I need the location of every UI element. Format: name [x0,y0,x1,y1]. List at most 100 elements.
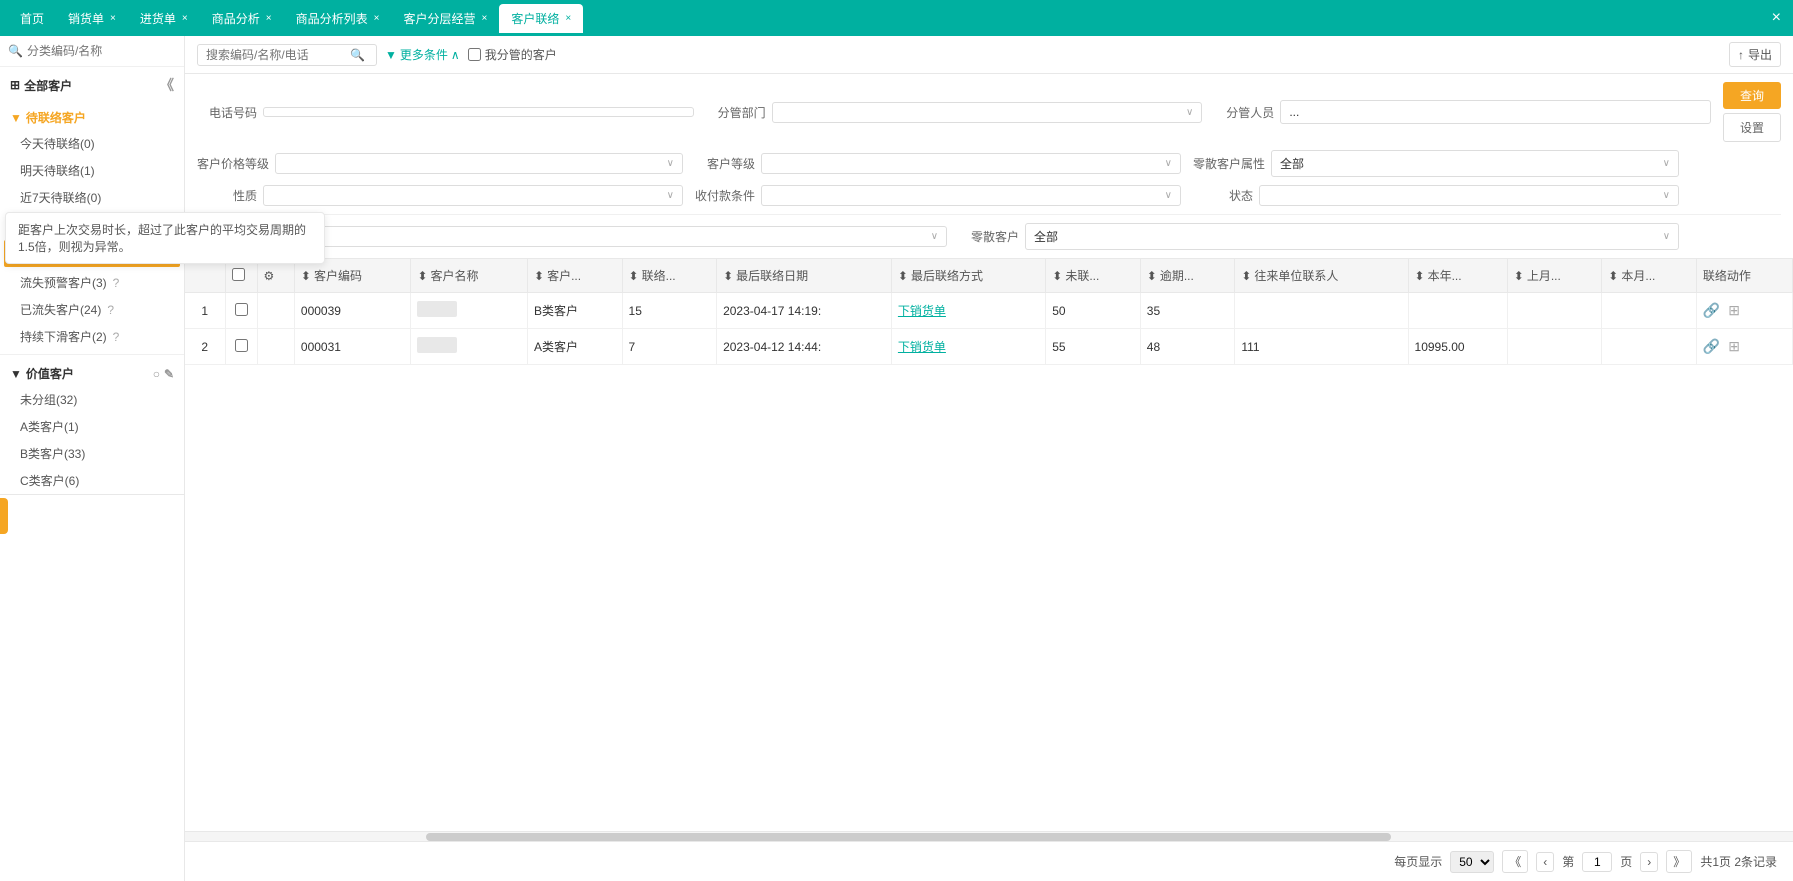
close-goods-list-tab-icon[interactable]: × [374,13,380,24]
customer-level-arrow-icon: ∨ [1165,158,1172,169]
customer-type-field: 客户类型 ∨ [227,226,947,247]
th-unit-contact: ⬍ 往来单位联系人 [1235,259,1408,293]
settings-button[interactable]: 设置 [1723,113,1781,142]
price-level-field: 客户价格等级 ∨ [197,153,683,174]
row-2-chat-icon[interactable]: 🔗 [1703,338,1720,355]
all-customers-label: 全部客户 [24,77,72,94]
first-page-button[interactable]: 《 [1502,850,1528,873]
dept-label: 分管部门 [706,104,766,121]
per-page-label: 每页显示 [1394,853,1442,870]
sidebar-item-a-class[interactable]: A类客户(1) [0,413,184,440]
customer-level-dropdown[interactable]: ∨ [761,153,1181,174]
last-page-button[interactable]: 》 [1666,850,1692,873]
close-goods-analysis-tab-icon[interactable]: × [266,13,272,24]
th-last-method: ⬍ 最后联络方式 [891,259,1045,293]
value-section-edit-icon[interactable]: ✎ [164,367,174,381]
more-conditions-button[interactable]: ▼ 更多条件 ∧ [385,46,460,63]
nav-tab-sales[interactable]: 销货单 × [56,4,128,33]
th-last-method-sort-icon: ⬍ [898,269,908,283]
retail-attr-arrow-icon: ∨ [1663,158,1670,169]
row-2-overdue: 48 [1140,329,1235,365]
close-purchase-tab-icon[interactable]: × [182,13,188,24]
close-customer-tier-tab-icon[interactable]: × [481,13,487,24]
my-customers-checkbox[interactable] [468,48,481,61]
scrollbar-thumb[interactable] [426,833,1391,841]
nav-tab-purchase[interactable]: 进货单 × [128,4,200,33]
row-2-actions: 🔗 ⊞ [1696,329,1792,365]
sidebar-item-lost-warning[interactable]: 流失预警客户(3) ? [0,269,184,296]
page-prefix: 第 [1562,853,1574,870]
sidebar-item-today[interactable]: 今天待联络(0) [0,130,184,157]
sidebar-collapse-button[interactable]: 《 [160,75,174,95]
row-2-checkbox[interactable] [235,339,248,352]
retail-customer-field: 零散客户 全部 ∨ [959,223,1679,250]
table-header-row: ⚙ ⬍ 客户编码 ⬍ 客户名称 [185,259,1793,293]
row-1-actions: 🔗 ⊞ [1696,293,1792,329]
status-dropdown[interactable]: ∨ [1259,185,1679,206]
value-section-circle-icon[interactable]: ○ [153,367,160,381]
search-field: 🔍 [197,44,377,66]
phone-field: 电话号码 [197,104,694,121]
sidebar-item-c-class[interactable]: C类客户(6) [0,467,184,494]
sidebar-item-declining[interactable]: 持续下滑客户(2) ? [0,323,184,350]
dept-field: 分管部门 ∨ [706,102,1203,123]
person-input[interactable]: ... [1280,100,1711,124]
export-button[interactable]: ↑ 导出 [1729,42,1781,67]
sidebar-item-7days[interactable]: 近7天待联络(0) [0,184,184,211]
phone-input[interactable] [263,107,694,117]
payment-label: 收付款条件 [695,187,755,204]
row-1-more-icon[interactable]: ⊞ [1728,302,1740,319]
search-input[interactable] [206,48,346,62]
table-row: 1 000039 B类客户 15 2023-04-17 14:19: [185,293,1793,329]
price-level-dropdown[interactable]: ∨ [275,153,683,174]
table-settings-icon[interactable]: ⚙ [264,269,275,283]
row-2-this-year: 10995.00 [1408,329,1507,365]
row-2-last-month [1507,329,1602,365]
retail-customer-dropdown[interactable]: 全部 ∨ [1025,223,1679,250]
row-1-method-link[interactable]: 下销货单 [898,304,946,318]
sidebar-item-tomorrow[interactable]: 明天待联络(1) [0,157,184,184]
row-1-chat-icon[interactable]: 🔗 [1703,302,1720,319]
nav-tab-goods-analysis[interactable]: 商品分析 × [200,4,284,33]
horizontal-scrollbar[interactable] [185,831,1793,841]
next-page-button[interactable]: › [1640,852,1658,872]
page-number-input[interactable] [1582,852,1612,872]
retail-customer-label: 零散客户 [959,228,1019,245]
nav-tab-customer-contact[interactable]: 客户联络 × [499,4,583,33]
sidebar-search-input[interactable] [27,44,182,58]
row-2-check [225,329,257,365]
query-button[interactable]: 查询 [1723,82,1781,109]
retail-attr-dropdown[interactable]: 全部 ∨ [1271,150,1679,177]
th-code: ⬍ 客户编码 [294,259,411,293]
phone-label: 电话号码 [197,104,257,121]
close-window-button[interactable]: × [1772,9,1781,27]
row-2-more-icon[interactable]: ⊞ [1728,338,1740,355]
payment-dropdown[interactable]: ∨ [761,185,1181,206]
th-check [225,259,257,293]
row-2-settings [257,329,294,365]
advanced-filter-panel: 电话号码 分管部门 ∨ 分管人员 ... 查询 [185,74,1793,259]
close-sales-tab-icon[interactable]: × [110,13,116,24]
nav-tab-customer-tier[interactable]: 客户分层经营 × [391,4,499,33]
gender-dropdown[interactable]: ∨ [263,185,683,206]
pending-contact-section: ▼ 待联络客户 [0,103,184,130]
row-1-last-date: 2023-04-17 14:19: [717,293,892,329]
per-page-select[interactable]: 50 [1450,851,1494,873]
select-all-checkbox[interactable] [232,268,245,281]
value-section-arrow: ▼ [10,367,22,381]
row-2-method-link[interactable]: 下销货单 [898,340,946,354]
th-overdue: ⬍ 逾期... [1140,259,1235,293]
sidebar-item-already-lost[interactable]: 已流失客户(24) ? [0,296,184,323]
th-last-date-sort-icon: ⬍ [723,269,733,283]
row-1-checkbox[interactable] [235,303,248,316]
sidebar-item-b-class[interactable]: B类客户(33) [0,440,184,467]
sidebar-item-ungrouped[interactable]: 未分组(32) [0,386,184,413]
customer-type-dropdown[interactable]: ∨ [293,226,947,247]
prev-page-button[interactable]: ‹ [1536,852,1554,872]
nav-tab-home[interactable]: 首页 [8,4,56,33]
dept-dropdown[interactable]: ∨ [772,102,1203,123]
close-customer-contact-tab-icon[interactable]: × [565,13,571,24]
filter-icon: ▼ [385,48,397,62]
gender-label: 性质 [197,187,257,204]
nav-tab-goods-analysis-list[interactable]: 商品分析列表 × [284,4,392,33]
